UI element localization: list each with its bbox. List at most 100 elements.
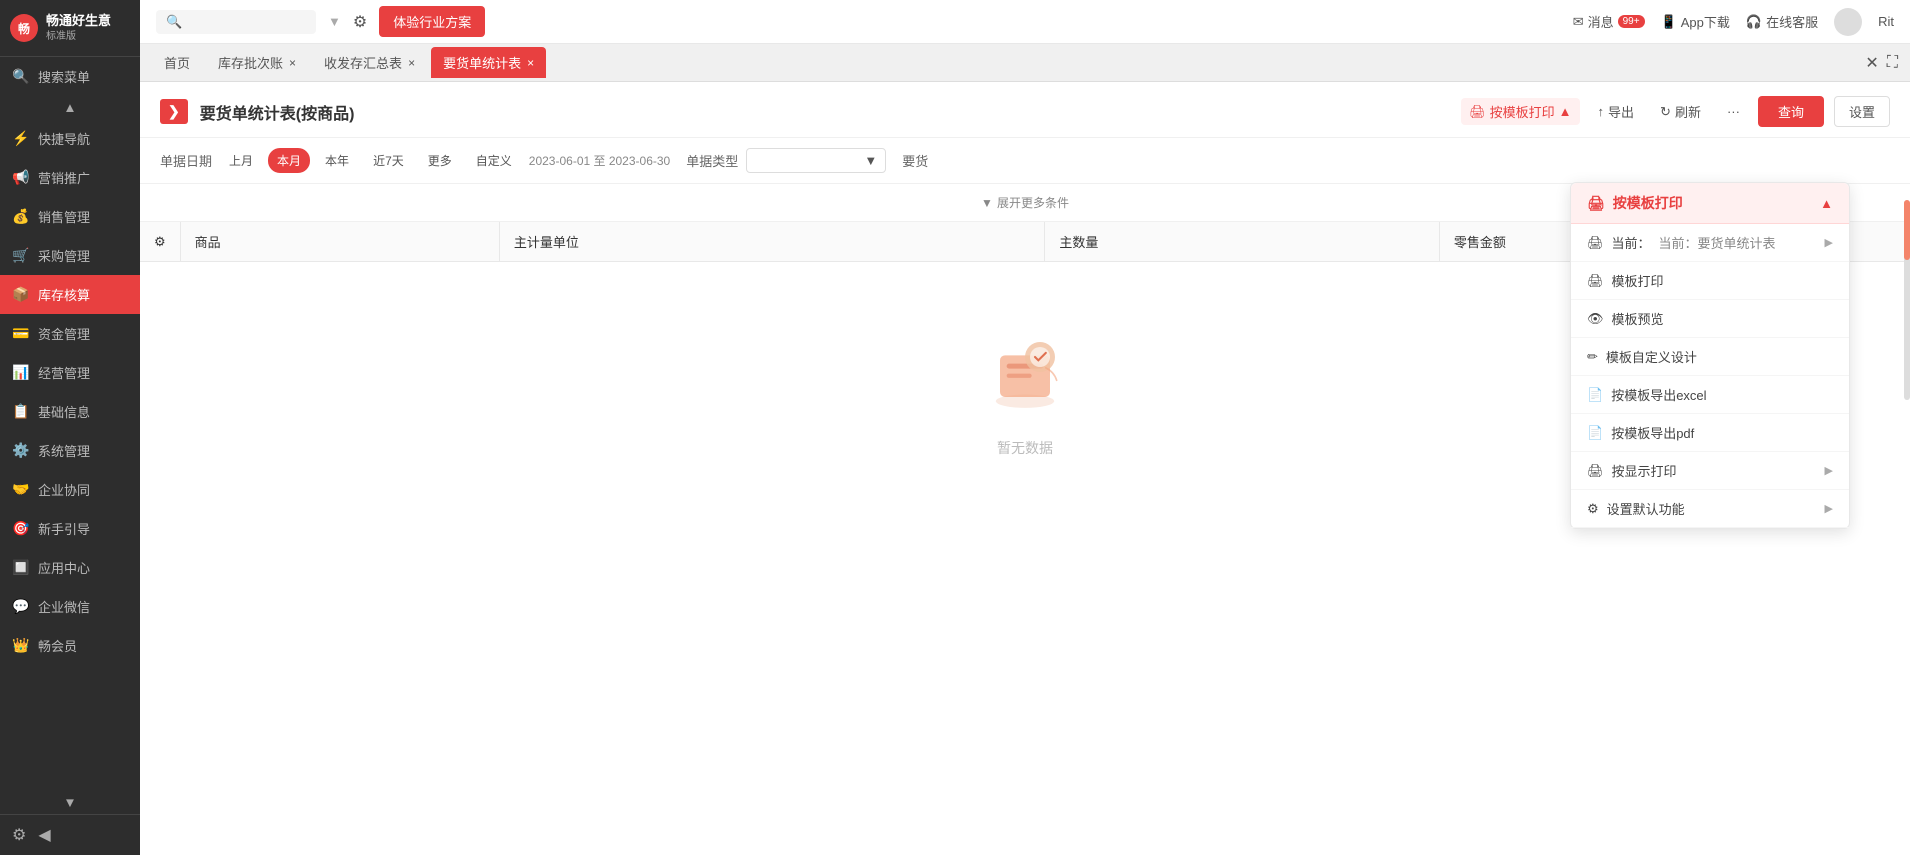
- refresh-icon: ↻: [1660, 104, 1671, 120]
- right-scrollbar[interactable]: [1904, 200, 1910, 400]
- sidebar-item-member[interactable]: 👑 畅会员: [0, 626, 140, 665]
- collapse-sidebar-icon[interactable]: ◀: [38, 825, 50, 845]
- tab-close-batch[interactable]: ×: [289, 56, 296, 70]
- export-pdf-icon: 📄: [1587, 425, 1603, 441]
- user-name[interactable]: Rit: [1878, 14, 1894, 29]
- message-nav-item[interactable]: ✉ 消息 99+: [1573, 12, 1645, 31]
- app-logo: 畅 畅通好生意 标准版: [0, 0, 140, 57]
- dropdown-display-print[interactable]: 🖨 按显示打印 ▶: [1571, 452, 1849, 490]
- dropdown-set-default[interactable]: ⚙ 设置默认功能 ▶: [1571, 490, 1849, 528]
- display-print-chevron-icon: ▶: [1825, 464, 1833, 477]
- header-right: ✉ 消息 99+ 📱 App下载 🎧 在线客服 Rit: [1573, 8, 1894, 36]
- dropdown-current-icon: 🖨: [1587, 235, 1604, 251]
- online-service-nav-item[interactable]: 🎧 在线客服: [1746, 12, 1818, 31]
- refresh-button[interactable]: ↻ 刷新: [1652, 98, 1709, 125]
- print-icon: 🖨: [1469, 104, 1486, 120]
- tab-close-order-stats[interactable]: ×: [527, 56, 534, 70]
- set-default-icon: ⚙: [1587, 501, 1599, 517]
- sales-icon: 💰: [12, 208, 30, 225]
- sidebar-item-sales[interactable]: 💰 销售管理: [0, 197, 140, 236]
- sidebar-scroll-down[interactable]: ▼: [0, 791, 140, 814]
- search-icon: 🔍: [12, 68, 30, 85]
- empty-text: 暂无数据: [997, 438, 1053, 458]
- sidebar-item-system[interactable]: ⚙️ 系统管理: [0, 431, 140, 470]
- dropdown-print-icon: 🖨: [1587, 195, 1605, 212]
- page-content: ❯ 要货单统计表(按商品) 🖨 按模板打印 ▲ ↑ 导出 ↻ 刷新 ···: [140, 82, 1910, 855]
- page-title: 要货单统计表(按商品): [200, 100, 355, 124]
- trial-button[interactable]: 体验行业方案: [379, 6, 485, 37]
- date-btn-current-month[interactable]: 本月: [268, 148, 310, 173]
- settings-footer-icon[interactable]: ⚙: [12, 825, 26, 845]
- inventory-icon: 📦: [12, 286, 30, 303]
- enterprise-icon: 🤝: [12, 481, 30, 498]
- scrollbar-thumb[interactable]: [1904, 200, 1910, 260]
- type-filter-section: 单据类型 ▼: [686, 148, 886, 173]
- type-filter-select[interactable]: ▼: [746, 148, 886, 173]
- dropdown-export-excel[interactable]: 📄 按模板导出excel: [1571, 376, 1849, 414]
- order-goods-label: 要货: [902, 151, 928, 170]
- tab-summary[interactable]: 收发存汇总表 ×: [312, 47, 427, 78]
- page-header: ❯ 要货单统计表(按商品) 🖨 按模板打印 ▲ ↑ 导出 ↻ 刷新 ···: [140, 82, 1910, 138]
- sidebar-scroll-up[interactable]: ▲: [0, 96, 140, 119]
- user-avatar[interactable]: [1834, 8, 1862, 36]
- date-filter-section: 单据日期 上月 本月 本年 近7天 更多 自定义 2023-06-01 至 20…: [160, 148, 670, 173]
- col-quantity: 主数量: [1045, 222, 1440, 262]
- sidebar-item-fund[interactable]: 💳 资金管理: [0, 314, 140, 353]
- dropdown-template-preview[interactable]: 👁 模板预览: [1571, 300, 1849, 338]
- dropdown-template-print[interactable]: 🖨 模板打印: [1571, 262, 1849, 300]
- sidebar-item-quick-nav[interactable]: ⚡ 快捷导航: [0, 119, 140, 158]
- sidebar-item-basic[interactable]: 📋 基础信息: [0, 392, 140, 431]
- sidebar-item-wechat[interactable]: 💬 企业微信: [0, 587, 140, 626]
- header-search-bar[interactable]: 🔍: [156, 10, 316, 34]
- tab-batch[interactable]: 库存批次账 ×: [206, 47, 308, 78]
- col-settings[interactable]: ⚙: [140, 222, 180, 262]
- sidebar-item-inventory[interactable]: 📦 库存核算: [0, 275, 140, 314]
- basic-icon: 📋: [12, 403, 30, 420]
- query-button[interactable]: 查询: [1758, 96, 1824, 127]
- filter-bar: 单据日期 上月 本月 本年 近7天 更多 自定义 2023-06-01 至 20…: [140, 138, 1910, 184]
- print-template-button[interactable]: 🖨 按模板打印 ▲: [1461, 98, 1579, 125]
- date-btn-custom[interactable]: 自定义: [467, 148, 521, 173]
- template-preview-icon: 👁: [1587, 311, 1604, 327]
- date-btn-more[interactable]: 更多: [419, 148, 461, 173]
- date-btn-7days[interactable]: 近7天: [364, 148, 413, 173]
- message-badge: 99+: [1618, 15, 1645, 28]
- win-close-btn[interactable]: ✕: [1865, 53, 1878, 73]
- sidebar-item-search[interactable]: 🔍 搜索菜单: [0, 57, 140, 96]
- win-maximize-btn[interactable]: ⛶: [1887, 54, 1898, 72]
- dropdown-template-design[interactable]: ✏ 模板自定义设计: [1571, 338, 1849, 376]
- extra-filter-section: 要货: [902, 151, 928, 170]
- tab-close-summary[interactable]: ×: [408, 56, 415, 70]
- header-settings-icon[interactable]: ⚙: [353, 12, 367, 32]
- sidebar-item-operation[interactable]: 📊 经营管理: [0, 353, 140, 392]
- sidebar-item-purchase[interactable]: 🛒 采购管理: [0, 236, 140, 275]
- expand-more-conditions-btn[interactable]: ▼ 展开更多条件: [969, 190, 1081, 215]
- header-search-icon: 🔍: [166, 14, 182, 30]
- sidebar-item-marketing[interactable]: 📢 营销推广: [0, 158, 140, 197]
- dropdown-export-pdf[interactable]: 📄 按模板导出pdf: [1571, 414, 1849, 452]
- purchase-icon: 🛒: [12, 247, 30, 264]
- settings-button[interactable]: 设置: [1834, 96, 1890, 127]
- app-download-nav-item[interactable]: 📱 App下载: [1661, 12, 1730, 31]
- export-button[interactable]: ↑ 导出: [1590, 98, 1643, 125]
- sidebar-item-enterprise[interactable]: 🤝 企业协同: [0, 470, 140, 509]
- current-chevron-icon: ▶: [1825, 236, 1833, 249]
- empty-illustration: [975, 322, 1075, 422]
- main-area: 🔍 ▼ ⚙ 体验行业方案 ✉ 消息 99+ 📱 App下载 🎧 在线客服 Rit: [140, 0, 1910, 855]
- message-icon: ✉: [1573, 14, 1584, 30]
- sidebar-item-app-center[interactable]: 🔲 应用中心: [0, 548, 140, 587]
- dropdown-collapse-icon[interactable]: ▲: [1820, 196, 1833, 211]
- tab-order-stats[interactable]: 要货单统计表 ×: [431, 47, 546, 78]
- template-print-icon: 🖨: [1587, 273, 1604, 289]
- more-actions-btn[interactable]: ···: [1719, 100, 1748, 123]
- marketing-icon: 📢: [12, 169, 30, 186]
- header-dropdown-icon[interactable]: ▼: [328, 14, 341, 29]
- expand-filter-btn[interactable]: ❯: [160, 99, 188, 124]
- dropdown-current-item[interactable]: 🖨 当前： 当前：要货单统计表 ▶: [1571, 224, 1849, 262]
- sidebar-item-guide[interactable]: 🎯 新手引导: [0, 509, 140, 548]
- tab-home[interactable]: 首页: [152, 47, 202, 78]
- date-btn-prev-month[interactable]: 上月: [220, 148, 262, 173]
- member-icon: 👑: [12, 637, 30, 654]
- date-btn-current-year[interactable]: 本年: [316, 148, 358, 173]
- sidebar: 畅 畅通好生意 标准版 🔍 搜索菜单 ▲ ⚡ 快捷导航 📢 营销推广 💰 销售管…: [0, 0, 140, 855]
